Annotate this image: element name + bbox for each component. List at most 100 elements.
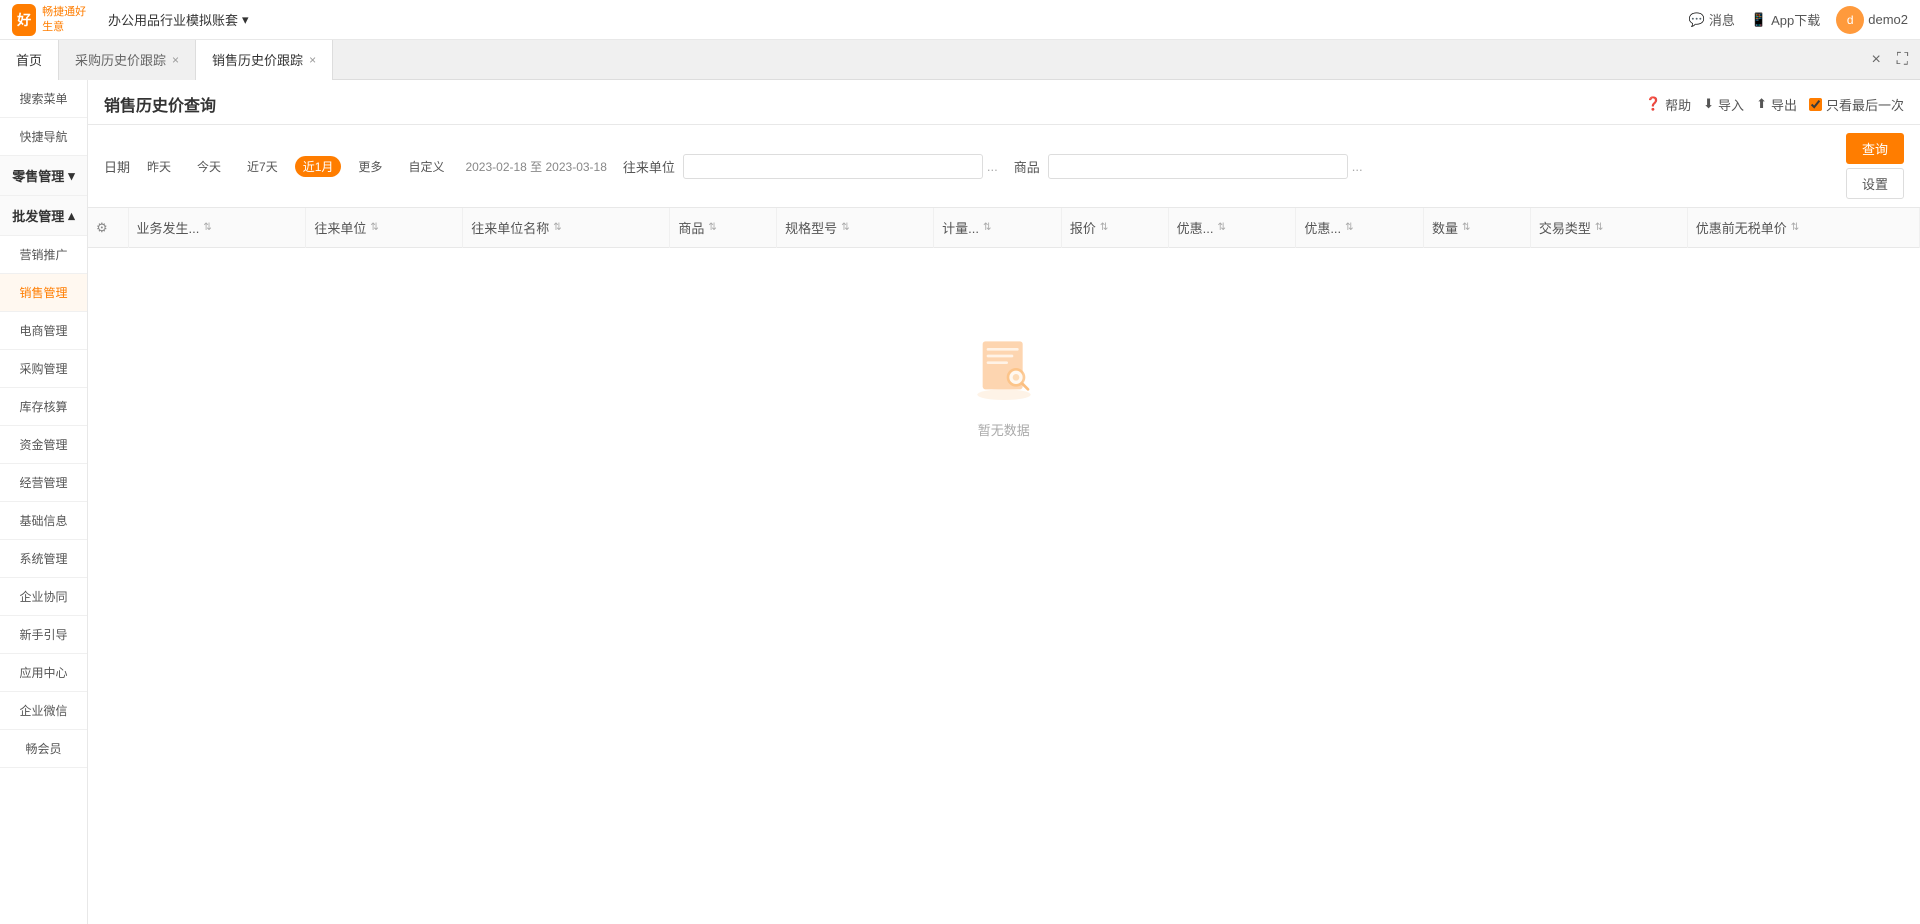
sidebar-item-purchase-mgmt[interactable]: 采购管理 xyxy=(0,350,87,388)
operations-label: 经营管理 xyxy=(19,474,67,491)
sidebar-item-member[interactable]: 畅会员 xyxy=(0,730,87,768)
sidebar-item-ecommerce[interactable]: 电商管理 xyxy=(0,312,87,350)
user-profile[interactable]: d demo2 xyxy=(1836,6,1908,34)
sidebar-item-marketing[interactable]: 营销推广 xyxy=(0,236,87,274)
sidebar-item-app-center[interactable]: 应用中心 xyxy=(0,654,87,692)
table-th-quote[interactable]: 报价 ⇅ xyxy=(1061,208,1168,248)
only-last-checkbox[interactable] xyxy=(1809,98,1822,111)
message-icon: 💬 xyxy=(1689,12,1705,28)
sort-trade-type-icon: ⇅ xyxy=(1595,222,1603,233)
partner-input[interactable] xyxy=(683,154,983,179)
sidebar-item-new-guide[interactable]: 新手引导 xyxy=(0,616,87,654)
sidebar-item-enterprise-collab[interactable]: 企业协同 xyxy=(0,578,87,616)
chevron-down-icon: ▾ xyxy=(242,12,249,28)
sidebar-item-operations[interactable]: 经营管理 xyxy=(0,464,87,502)
sidebar-item-search-menu[interactable]: 搜索菜单 xyxy=(0,80,87,118)
table-th-trade-type[interactable]: 交易类型 ⇅ xyxy=(1530,208,1687,248)
help-label: 帮助 xyxy=(1665,95,1691,114)
table-area: ⚙ 业务发生... ⇅ 往来单位 ⇅ xyxy=(88,208,1920,924)
tab-purchase-label: 采购历史价跟踪 xyxy=(75,50,166,69)
search-menu-label: 搜索菜单 xyxy=(19,90,67,107)
goods-select-btn[interactable]: ... xyxy=(1352,159,1363,174)
content-area: 销售历史价查询 ❓ 帮助 ⬇ 导入 ⬆ 导出 xyxy=(88,80,1920,924)
th-quote-label: 报价 xyxy=(1070,218,1096,237)
table-th-discount1[interactable]: 优惠... ⇅ xyxy=(1168,208,1296,248)
sidebar: 搜索菜单 快捷导航 零售管理 ▾ 批发管理 ▴ 营销推广 销售管理 电商管理 采… xyxy=(0,80,88,924)
tab-purchase[interactable]: 采购历史价跟踪 × xyxy=(59,40,196,80)
th-partner-code-label: 往来单位 xyxy=(314,218,366,237)
table-th-biz-date[interactable]: 业务发生... ⇅ xyxy=(128,208,306,248)
inventory-label: 库存核算 xyxy=(19,398,67,415)
sidebar-item-system[interactable]: 系统管理 xyxy=(0,540,87,578)
sort-goods-icon: ⇅ xyxy=(708,222,716,233)
date-btn-1month[interactable]: 近1月 xyxy=(295,156,342,177)
date-btn-yesterday[interactable]: 昨天 xyxy=(138,155,180,178)
message-btn[interactable]: 💬 消息 xyxy=(1689,10,1735,29)
th-goods-label: 商品 xyxy=(678,218,704,237)
tab-sales[interactable]: 销售历史价跟踪 × xyxy=(196,40,333,80)
wholesale-mgmt-label: 批发管理 xyxy=(12,206,64,225)
table-th-discount2[interactable]: 优惠... ⇅ xyxy=(1296,208,1424,248)
export-btn[interactable]: ⬆ 导出 xyxy=(1756,95,1797,114)
sidebar-item-enterprise-wechat[interactable]: 企业微信 xyxy=(0,692,87,730)
tab-home[interactable]: 首页 xyxy=(0,40,59,80)
th-biz-date-label: 业务发生... xyxy=(137,218,200,237)
goods-input[interactable] xyxy=(1048,154,1348,179)
query-btn[interactable]: 查询 xyxy=(1846,133,1904,164)
logo-text: 畅捷通好生意 xyxy=(42,5,92,34)
th-quantity-label: 数量 xyxy=(1432,218,1458,237)
sidebar-item-basic-info[interactable]: 基础信息 xyxy=(0,502,87,540)
filter-settings-btn[interactable]: 设置 xyxy=(1846,168,1904,199)
quick-nav-label: 快捷导航 xyxy=(19,128,67,145)
data-table: ⚙ 业务发生... ⇅ 往来单位 ⇅ xyxy=(88,208,1920,519)
tab-purchase-close[interactable]: × xyxy=(172,53,179,67)
only-last-checkbox-group[interactable]: 只看最后一次 xyxy=(1809,95,1904,114)
empty-state: 暂无数据 xyxy=(88,248,1920,519)
date-btn-today[interactable]: 今天 xyxy=(188,155,230,178)
table-th-pretax-price[interactable]: 优惠前无税单价 ⇅ xyxy=(1687,208,1919,248)
date-btn-7days[interactable]: 近7天 xyxy=(238,155,287,178)
table-th-partner-name[interactable]: 往来单位名称 ⇅ xyxy=(463,208,670,248)
table-th-unit[interactable]: 计量... ⇅ xyxy=(934,208,1062,248)
avatar: d xyxy=(1836,6,1864,34)
partner-select-btn[interactable]: ... xyxy=(987,159,998,174)
topbar-left: 好 畅捷通好生意 办公用品行业模拟账套 ▾ xyxy=(12,4,257,36)
table-th-goods[interactable]: 商品 ⇅ xyxy=(670,208,777,248)
sidebar-item-wholesale-mgmt[interactable]: 批发管理 ▴ xyxy=(0,196,87,236)
th-trade-type-label: 交易类型 xyxy=(1539,218,1591,237)
page-title: 销售历史价查询 xyxy=(104,92,216,116)
close-all-tabs-btn[interactable]: × xyxy=(1867,47,1884,73)
app-selector[interactable]: 办公用品行业模拟账套 ▾ xyxy=(100,6,257,33)
table-th-quantity[interactable]: 数量 ⇅ xyxy=(1424,208,1531,248)
table-th-partner-code[interactable]: 往来单位 ⇅ xyxy=(306,208,463,248)
th-unit-label: 计量... xyxy=(942,218,979,237)
table-th-settings[interactable]: ⚙ xyxy=(88,208,128,248)
app-download-btn[interactable]: 📱 App下载 xyxy=(1751,10,1820,29)
sidebar-item-sales-mgmt[interactable]: 销售管理 xyxy=(0,274,87,312)
partner-filter-group: 往来单位 ... xyxy=(623,154,998,179)
help-icon: ❓ xyxy=(1645,96,1661,112)
table-settings-icon[interactable]: ⚙ xyxy=(96,220,108,235)
goods-input-group: ... xyxy=(1048,154,1363,179)
sidebar-item-retail-mgmt[interactable]: 零售管理 ▾ xyxy=(0,156,87,196)
help-btn[interactable]: ❓ 帮助 xyxy=(1645,95,1691,114)
sidebar-item-quick-nav[interactable]: 快捷导航 xyxy=(0,118,87,156)
export-label: 导出 xyxy=(1771,95,1797,114)
tab-sales-close[interactable]: × xyxy=(309,53,316,67)
sidebar-item-inventory[interactable]: 库存核算 xyxy=(0,388,87,426)
date-btn-more[interactable]: 更多 xyxy=(349,155,391,178)
table-th-spec[interactable]: 规格型号 ⇅ xyxy=(777,208,934,248)
purchase-mgmt-label: 采购管理 xyxy=(19,360,67,377)
import-btn[interactable]: ⬇ 导入 xyxy=(1703,95,1744,114)
date-range-display: 2023-02-18 至 2023-03-18 xyxy=(465,158,606,175)
date-btn-custom[interactable]: 自定义 xyxy=(399,155,453,178)
goods-filter-group: 商品 ... xyxy=(1014,154,1363,179)
sidebar-item-finance[interactable]: 资金管理 xyxy=(0,426,87,464)
th-spec-label: 规格型号 xyxy=(785,218,837,237)
only-last-label: 只看最后一次 xyxy=(1826,95,1904,114)
sort-partner-name-icon: ⇅ xyxy=(553,222,561,233)
page-header: 销售历史价查询 ❓ 帮助 ⬇ 导入 ⬆ 导出 xyxy=(88,80,1920,125)
enterprise-wechat-label: 企业微信 xyxy=(19,702,67,719)
fullscreen-btn[interactable]: ⛶ xyxy=(1893,47,1912,73)
message-label: 消息 xyxy=(1709,10,1735,29)
